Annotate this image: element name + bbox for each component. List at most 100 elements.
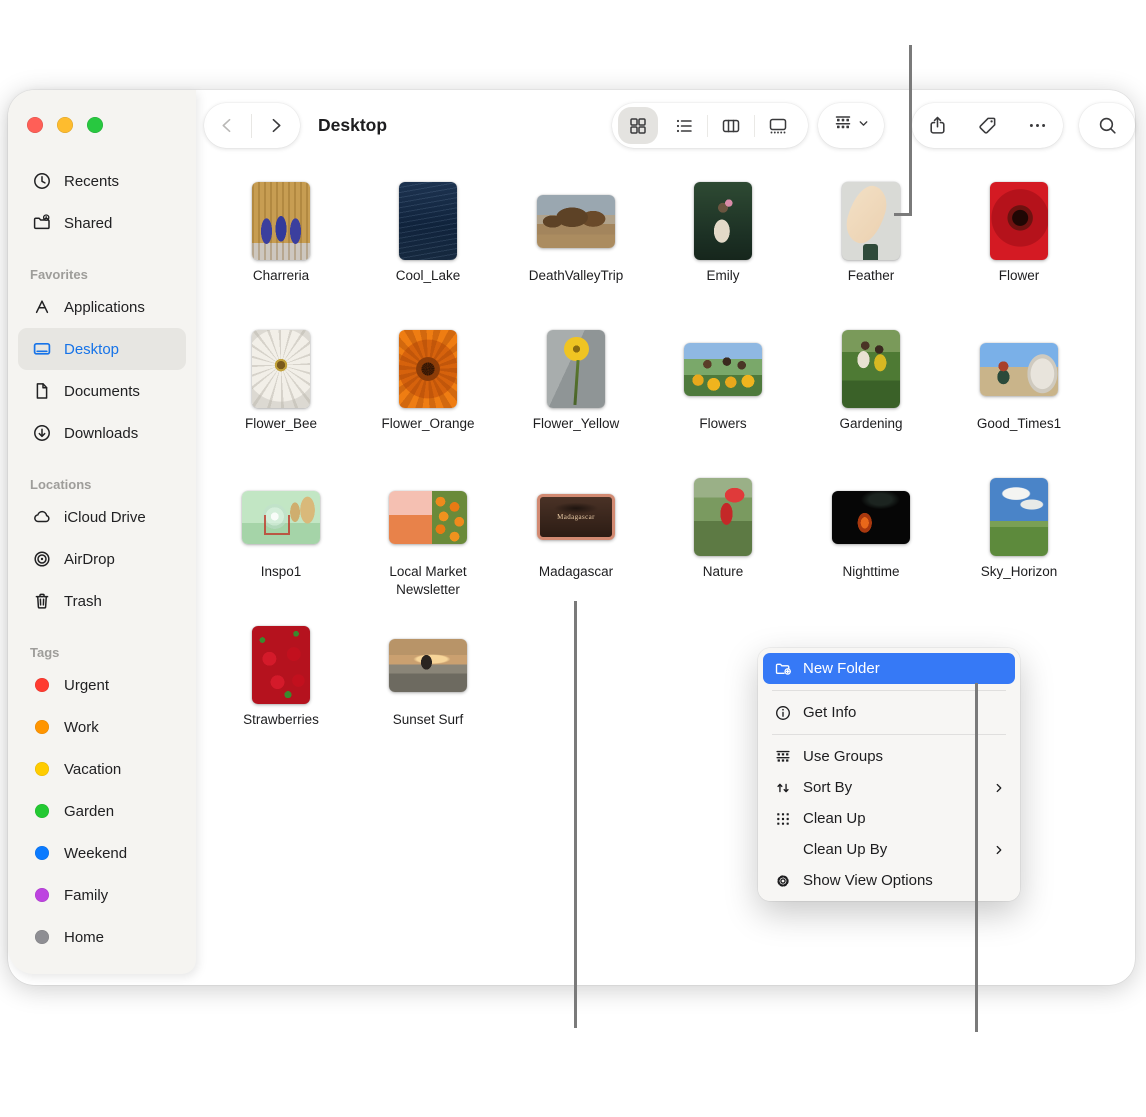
file-item-sky-horizon[interactable]: Sky_Horizon (954, 478, 1084, 581)
file-item-deathvalleytrip[interactable]: DeathValleyTrip (511, 182, 641, 285)
icon-view-button[interactable] (618, 107, 658, 144)
flower-thumbnail[interactable] (990, 182, 1048, 260)
sidebar-item-urgent[interactable]: Urgent (18, 664, 186, 706)
minimize-button[interactable] (57, 117, 73, 133)
callout-line-context-menu (975, 683, 978, 1032)
file-item-flower-orange[interactable]: Flower_Orange (363, 330, 493, 433)
sidebar-section-title: Favorites (30, 256, 174, 286)
file-item-emily[interactable]: Emily (658, 182, 788, 285)
file-item-cool-lake[interactable]: Cool_Lake (363, 182, 493, 285)
sidebar-item-garden[interactable]: Garden (18, 790, 186, 832)
tag-button[interactable] (962, 103, 1012, 148)
sidebar-item-vacation[interactable]: Vacation (18, 748, 186, 790)
file-item-gardening[interactable]: Gardening (806, 330, 936, 433)
nature-thumbnail[interactable] (694, 478, 752, 556)
charreria-thumbnail[interactable] (252, 182, 310, 260)
emily-thumbnail[interactable] (694, 182, 752, 260)
file-name: Good_Times1 (977, 415, 1061, 433)
new-folder-icon (772, 660, 794, 678)
sidebar-item-home[interactable]: Home (18, 916, 186, 958)
menu-item-label: Get Info (803, 704, 856, 721)
file-item-inspo1[interactable]: Inspo1 (216, 478, 346, 581)
menu-item-label: New Folder (803, 660, 880, 677)
file-item-nighttime[interactable]: Nighttime (806, 478, 936, 581)
file-item-good-times1[interactable]: Good_Times1 (954, 330, 1084, 433)
airdrop-icon (30, 549, 54, 569)
forward-button[interactable] (252, 103, 299, 148)
search-button[interactable] (1079, 103, 1135, 148)
flower-bee-thumbnail[interactable] (252, 330, 310, 408)
strawberries-thumbnail[interactable] (252, 626, 310, 704)
sidebar-item-label: Work (64, 719, 99, 736)
file-item-flowers[interactable]: Flowers (658, 330, 788, 433)
sidebar-item-label: Shared (64, 215, 112, 232)
zoom-button[interactable] (87, 117, 103, 133)
thumbnail-box (842, 330, 900, 408)
sidebar-item-trash[interactable]: Trash (18, 580, 186, 622)
gardening-thumbnail[interactable] (842, 330, 900, 408)
sunset-surf-thumbnail[interactable] (389, 639, 467, 692)
file-item-charreria[interactable]: Charreria (216, 182, 346, 285)
sidebar-item-family[interactable]: Family (18, 874, 186, 916)
thumbnail-box (990, 182, 1048, 260)
thumbnail-box (389, 478, 467, 556)
file-item-sunset-surf[interactable]: Sunset Surf (363, 626, 493, 729)
gear-icon (772, 872, 794, 890)
close-button[interactable] (27, 117, 43, 133)
good-times-thumbnail[interactable] (980, 343, 1058, 396)
tag-color-icon (30, 846, 54, 860)
column-view-button[interactable] (708, 103, 754, 148)
nighttime-thumbnail[interactable] (832, 491, 910, 544)
thumbnail-box (842, 182, 900, 260)
callout-line-madagascar (574, 601, 577, 1028)
submenu-chevron-icon (991, 781, 1006, 795)
flower-orange-thumbnail[interactable] (399, 330, 457, 408)
file-item-strawberries[interactable]: Strawberries (216, 626, 346, 729)
sidebar-item-label: Recents (64, 173, 119, 190)
thumbnail-box (252, 182, 310, 260)
sidebar-item-desktop[interactable]: Desktop (18, 328, 186, 370)
more-button[interactable] (1013, 103, 1063, 148)
file-item-flower-bee[interactable]: Flower_Bee (216, 330, 346, 433)
sidebar-item-weekend[interactable]: Weekend (18, 832, 186, 874)
sidebar-item-applications[interactable]: Applications (18, 286, 186, 328)
inspo-thumbnail[interactable] (242, 491, 320, 544)
death-valley-thumbnail[interactable] (537, 195, 615, 248)
feather-thumbnail[interactable] (842, 182, 900, 260)
share-button[interactable] (912, 103, 962, 148)
submenu-chevron-icon (991, 843, 1006, 857)
file-name: Gardening (839, 415, 902, 433)
sidebar-item-airdrop[interactable]: AirDrop (18, 538, 186, 580)
flower-yellow-thumbnail[interactable] (547, 330, 605, 408)
file-name: Flower_Orange (381, 415, 474, 433)
thumbnail-text: Madagascar (540, 497, 612, 537)
sidebar-item-work[interactable]: Work (18, 706, 186, 748)
file-item-flower[interactable]: Flower (954, 182, 1084, 285)
newsletter-thumbnail[interactable] (389, 491, 467, 544)
group-by-button[interactable] (818, 103, 884, 148)
madagascar-thumbnail[interactable]: Madagascar (537, 494, 615, 540)
sidebar-item-downloads[interactable]: Downloads (18, 412, 186, 454)
file-item-nature[interactable]: Nature (658, 478, 788, 581)
thumbnail-box: Madagascar (537, 478, 615, 556)
flowers-thumbnail[interactable] (684, 343, 762, 396)
thumbnail-box (399, 182, 457, 260)
sidebar-item-shared[interactable]: Shared (18, 202, 186, 244)
sidebar: Recents Shared FavoritesApplicationsDeskto… (8, 90, 196, 974)
file-item-flower-yellow[interactable]: Flower_Yellow (511, 330, 641, 433)
list-view-button[interactable] (661, 103, 707, 148)
file-item-feather[interactable]: Feather (806, 182, 936, 285)
sidebar-item-recents[interactable]: Recents (18, 160, 186, 202)
sidebar-item-label: Weekend (64, 845, 127, 862)
file-item-local-market-newsletter[interactable]: Local Market Newsletter (363, 478, 493, 599)
chevron-down-icon (857, 117, 870, 135)
sidebar-item-icloud-drive[interactable]: iCloud Drive (18, 496, 186, 538)
sky-horizon-thumbnail[interactable] (990, 478, 1048, 556)
file-name: Madagascar (539, 563, 613, 581)
file-item-madagascar[interactable]: Madagascar Madagascar (511, 478, 641, 581)
gallery-view-button[interactable] (755, 103, 801, 148)
sidebar-item-documents[interactable]: Documents (18, 370, 186, 412)
menu-item-new-folder[interactable]: New Folder (763, 653, 1015, 684)
cool-lake-thumbnail[interactable] (399, 182, 457, 260)
back-button[interactable] (204, 103, 251, 148)
